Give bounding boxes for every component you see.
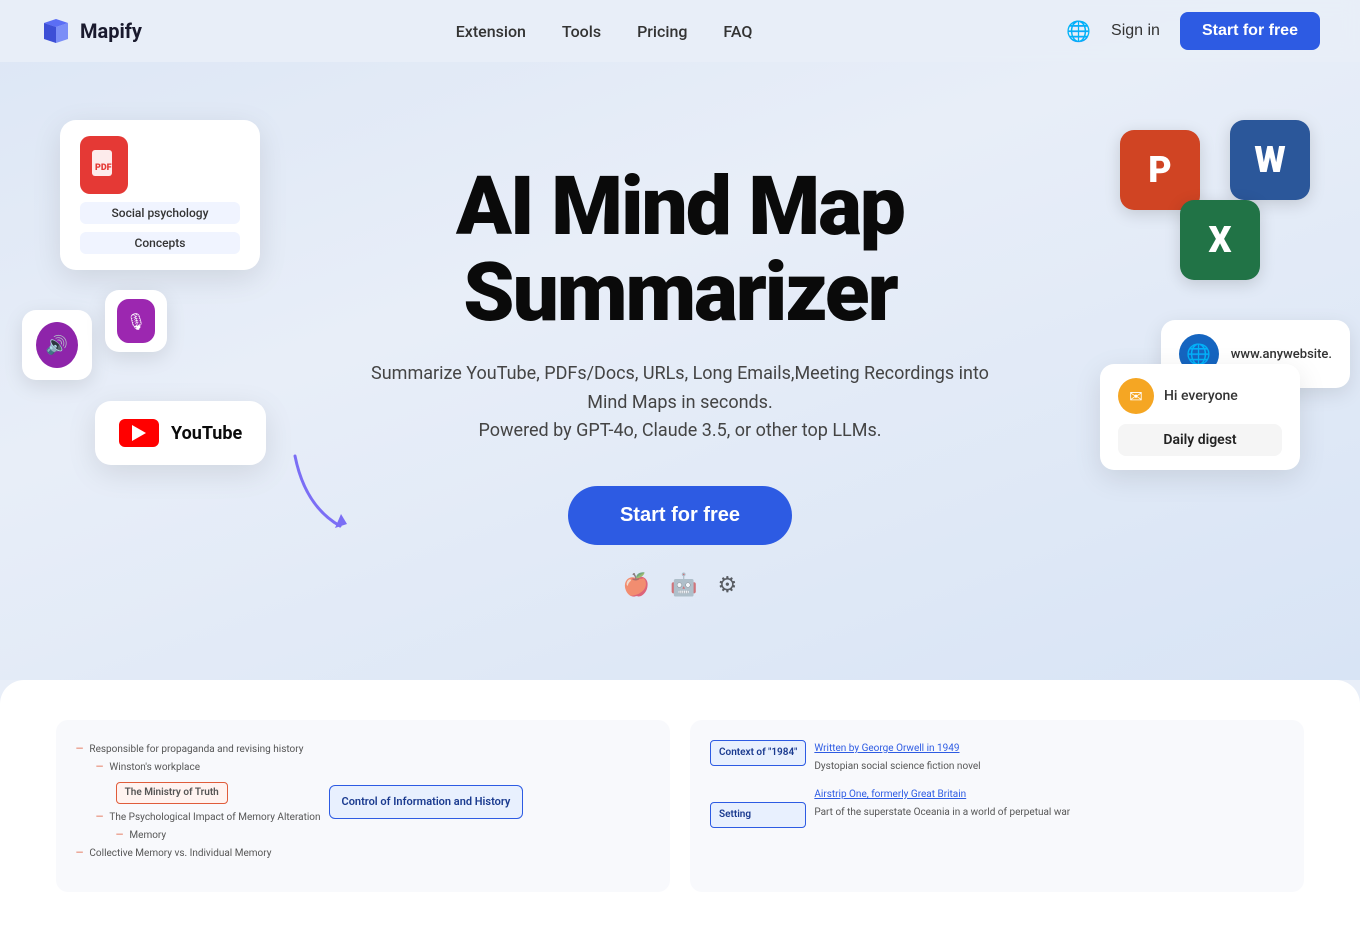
mindmap-right-center1: Context of "1984"	[710, 740, 806, 766]
pdf-tag-social: Social psychology	[80, 202, 240, 224]
start-free-hero-button[interactable]: Start for free	[568, 486, 792, 545]
nav-links: Extension Tools Pricing FAQ	[456, 22, 753, 41]
pdf-float-card: PDF Social psychology Concepts	[60, 120, 260, 270]
logo[interactable]: Mapify	[40, 15, 142, 47]
svg-text:PDF: PDF	[95, 163, 112, 173]
mapify-logo-icon	[40, 15, 72, 47]
youtube-icon	[119, 419, 159, 447]
hero-subtitle-line1: Summarize YouTube, PDFs/Docs, URLs, Long…	[371, 363, 989, 384]
email-digest-label: Daily digest	[1118, 424, 1282, 456]
podcast-float-card: 🎙	[105, 290, 167, 352]
nav-pricing[interactable]: Pricing	[637, 22, 687, 41]
excel-letter: X	[1209, 219, 1232, 261]
audio-icon: 🔊	[36, 322, 78, 368]
word-letter: W	[1254, 139, 1285, 181]
hero-content: AI Mind Map Summarizer Summarize YouTube…	[351, 104, 1009, 639]
nav-tools[interactable]: Tools	[562, 22, 601, 41]
hero-section: PDF Social psychology Concepts 🔊 🎙 YouTu…	[0, 0, 1360, 680]
office-float-group: P W X	[1120, 120, 1320, 280]
email-header: ✉ Hi everyone	[1118, 378, 1282, 414]
platform-icons: 🍎 🤖 ⚙	[371, 573, 989, 598]
language-button[interactable]: 🌐	[1066, 19, 1091, 44]
signin-button[interactable]: Sign in	[1111, 22, 1160, 40]
navbar: Mapify Extension Tools Pricing FAQ 🌐 Sig…	[0, 0, 1360, 62]
logo-text: Mapify	[80, 19, 142, 43]
nav-extension[interactable]: Extension	[456, 22, 526, 41]
hero-title-line2: Summarizer	[463, 245, 896, 341]
youtube-label: YouTube	[171, 423, 242, 444]
email-icon: ✉	[1118, 378, 1154, 414]
mindmap-right: Context of "1984" Setting Written by Geo…	[690, 720, 1304, 892]
excel-icon: X	[1180, 200, 1260, 280]
podcast-icon: 🎙	[117, 299, 155, 343]
hero-title-line1: AI Mind Map	[456, 159, 904, 255]
nav-faq[interactable]: FAQ	[723, 22, 752, 41]
nav-right: 🌐 Sign in Start for free	[1066, 12, 1320, 50]
website-url-text: www.anywebsite.	[1231, 347, 1332, 362]
email-greeting-text: Hi everyone	[1164, 388, 1238, 404]
youtube-float-card: YouTube	[95, 401, 266, 465]
pdf-tag-concepts: Concepts	[80, 232, 240, 254]
word-icon: W	[1230, 120, 1310, 200]
mindmap-left-nodes: —Responsible for propaganda and revising…	[76, 740, 650, 864]
android-icon: 🤖	[670, 573, 697, 598]
hero-title: AI Mind Map Summarizer	[371, 164, 989, 336]
apple-icon: 🍎	[623, 573, 650, 598]
hero-subtitle-line3: Powered by GPT-4o, Claude 3.5, or other …	[478, 420, 881, 441]
ms-icon-group: P W X	[1120, 120, 1320, 280]
email-float-card: ✉ Hi everyone Daily digest	[1100, 364, 1300, 470]
powerpoint-icon: P	[1120, 130, 1200, 210]
mindmap-left: —Responsible for propaganda and revising…	[56, 720, 670, 892]
hero-subtitle: Summarize YouTube, PDFs/Docs, URLs, Long…	[371, 360, 989, 446]
mindmap-left-center: Control of Information and History	[329, 785, 524, 819]
mindmap-right-nodes: Context of "1984" Setting Written by Geo…	[710, 740, 1284, 828]
mindmap-preview-section: —Responsible for propaganda and revising…	[0, 680, 1360, 932]
mindmap-right-center2: Setting	[710, 802, 806, 828]
audio-float-card: 🔊	[22, 310, 92, 380]
pdf-icon: PDF	[80, 136, 128, 194]
chrome-icon: ⚙	[718, 573, 738, 598]
powerpoint-letter: P	[1148, 149, 1171, 191]
mindmap-preview: —Responsible for propaganda and revising…	[40, 720, 1320, 892]
hero-subtitle-line2: Mind Maps in seconds.	[587, 392, 772, 413]
start-free-nav-button[interactable]: Start for free	[1180, 12, 1320, 50]
